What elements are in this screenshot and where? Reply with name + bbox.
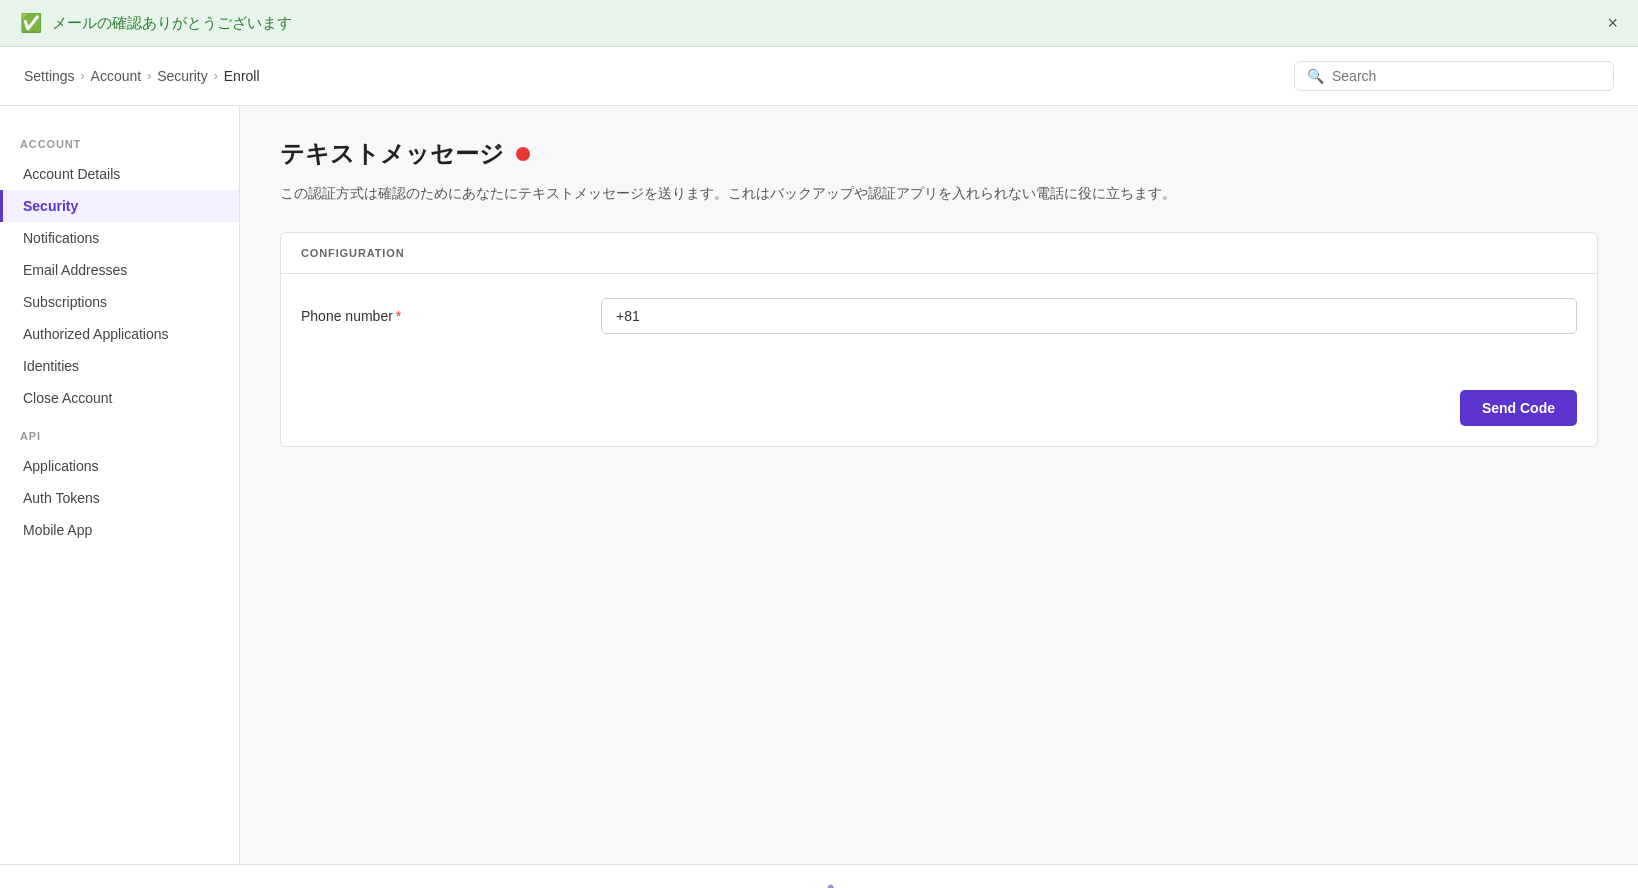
sidebar-item-authorized-applications[interactable]: Authorized Applications xyxy=(0,318,239,350)
sidebar-section-account: ACCOUNT xyxy=(0,138,239,158)
footer-logo xyxy=(814,883,850,888)
sidebar-item-email-addresses[interactable]: Email Addresses xyxy=(0,254,239,286)
page-title-row: テキストメッセージ xyxy=(280,138,1598,170)
search-input[interactable] xyxy=(1332,68,1601,84)
check-circle-icon: ✅ xyxy=(20,12,42,34)
header: Settings › Account › Security › Enroll 🔍 xyxy=(0,47,1638,106)
main-content: テキストメッセージ この認証方式は確認のためにあなたにテキストメッセージを送りま… xyxy=(240,106,1638,864)
page-title: テキストメッセージ xyxy=(280,138,504,170)
sidebar-item-account-details[interactable]: Account Details xyxy=(0,158,239,190)
config-section-label: CONFIGURATION xyxy=(281,233,1597,274)
page-description: この認証方式は確認のためにあなたにテキストメッセージを送ります。これはバックアッ… xyxy=(280,182,1598,204)
breadcrumb-sep-2: › xyxy=(147,69,151,83)
form-actions: Send Code xyxy=(281,378,1597,446)
sidebar-section-api: API xyxy=(0,430,239,450)
sidebar-item-subscriptions[interactable]: Subscriptions xyxy=(0,286,239,318)
footer: Privacy Policy Terms of Use API Docs Con… xyxy=(0,864,1638,888)
toast-close-button[interactable]: × xyxy=(1607,14,1618,32)
sidebar-item-applications[interactable]: Applications xyxy=(0,450,239,482)
search-box: 🔍 xyxy=(1294,61,1614,91)
status-dot xyxy=(516,147,530,161)
phone-number-label: Phone number* xyxy=(301,308,601,324)
sidebar-item-security[interactable]: Security xyxy=(0,190,239,222)
sidebar-item-mobile-app[interactable]: Mobile App xyxy=(0,514,239,546)
toast-message: メールの確認ありがとうございます xyxy=(52,14,292,33)
sidebar-item-auth-tokens[interactable]: Auth Tokens xyxy=(0,482,239,514)
config-card-body: Phone number* xyxy=(281,274,1597,378)
breadcrumb-settings[interactable]: Settings xyxy=(24,68,75,84)
search-icon: 🔍 xyxy=(1307,68,1324,84)
sidebar-item-close-account[interactable]: Close Account xyxy=(0,382,239,414)
breadcrumb-account[interactable]: Account xyxy=(91,68,142,84)
send-code-button[interactable]: Send Code xyxy=(1460,390,1577,426)
toast-notification: ✅ メールの確認ありがとうございます × xyxy=(0,0,1638,47)
sidebar-item-identities[interactable]: Identities xyxy=(0,350,239,382)
phone-number-row: Phone number* xyxy=(301,298,1577,334)
breadcrumb-enroll: Enroll xyxy=(224,68,260,84)
sidebar-item-notifications[interactable]: Notifications xyxy=(0,222,239,254)
phone-number-input[interactable] xyxy=(601,298,1577,334)
config-card: CONFIGURATION Phone number* Send Code xyxy=(280,232,1598,447)
breadcrumb-sep-1: › xyxy=(81,69,85,83)
breadcrumb-security[interactable]: Security xyxy=(157,68,208,84)
page-layout: ACCOUNT Account Details Security Notific… xyxy=(0,106,1638,864)
breadcrumb-sep-3: › xyxy=(214,69,218,83)
required-mark: * xyxy=(396,308,401,324)
breadcrumb: Settings › Account › Security › Enroll xyxy=(24,68,260,84)
sidebar: ACCOUNT Account Details Security Notific… xyxy=(0,106,240,864)
